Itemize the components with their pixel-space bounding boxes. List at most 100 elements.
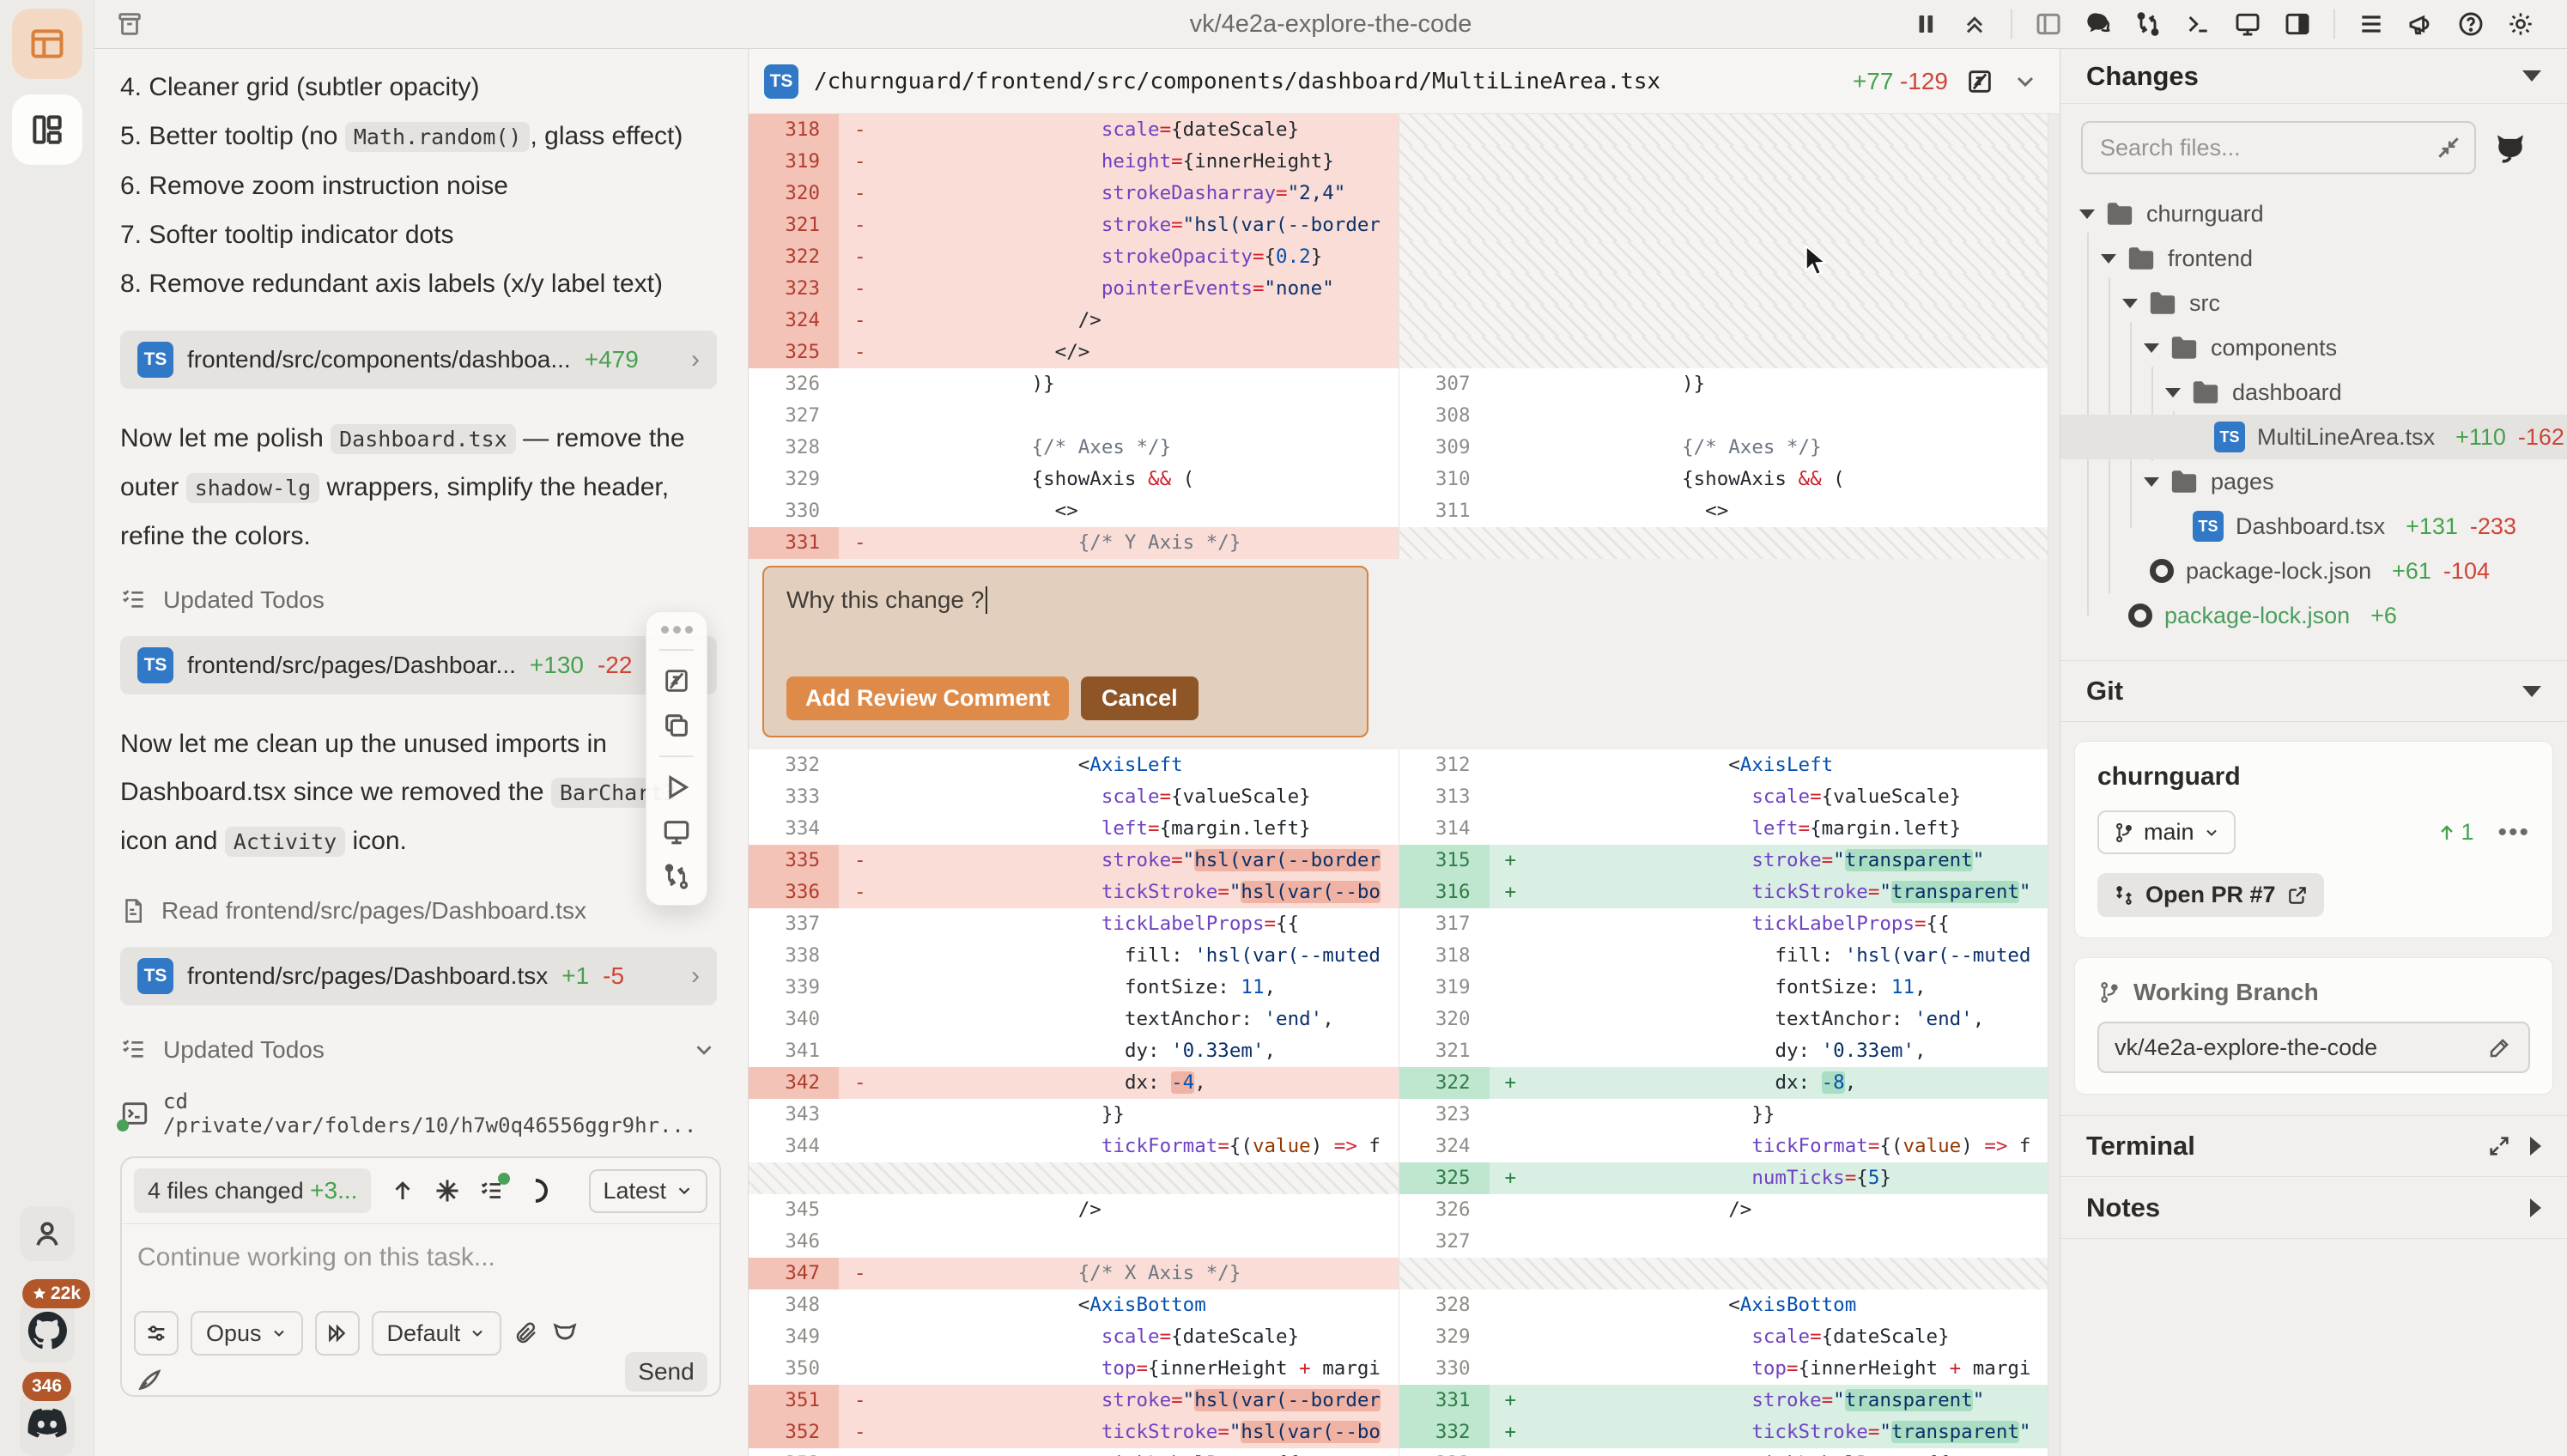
diff-line[interactable]: 333 tickLabelProps={{: [1399, 1448, 2060, 1456]
diff-line[interactable]: 333 scale={valueScale}: [749, 781, 1399, 813]
terminal-section-header[interactable]: Terminal: [2060, 1115, 2567, 1177]
file-diff-chip[interactable]: TS frontend/src/pages/Dashboar... +130 -…: [120, 636, 717, 695]
help-icon[interactable]: [2457, 10, 2485, 38]
quill-icon[interactable]: [136, 1364, 165, 1393]
panel-left-icon[interactable]: [2035, 10, 2062, 38]
diff-line[interactable]: 331- {/* Y Axis */}: [749, 527, 1399, 559]
diff-line[interactable]: 346: [749, 1226, 1399, 1258]
diff-line[interactable]: 343 }}: [749, 1099, 1399, 1131]
diff-line[interactable]: 330 <>: [749, 495, 1399, 527]
version-dropdown[interactable]: Latest: [589, 1169, 707, 1213]
message-input[interactable]: Continue working on this task...: [122, 1224, 719, 1272]
diff-mode-icon[interactable]: [1965, 67, 1994, 96]
expand-icon[interactable]: [2487, 1134, 2511, 1158]
diff-line[interactable]: [1399, 273, 2060, 305]
spark-icon[interactable]: [434, 1178, 460, 1204]
menu-icon[interactable]: [2358, 10, 2385, 38]
diff-body[interactable]: 318- scale={dateScale}319- height={inner…: [749, 114, 2060, 1456]
diff-line[interactable]: 335- stroke="hsl(var(--border: [749, 845, 1399, 877]
search-files-input[interactable]: [2081, 121, 2476, 174]
diff-line[interactable]: 353 tickLabelProps={{: [749, 1448, 1399, 1456]
open-pr-button[interactable]: Open PR #7: [2097, 873, 2324, 917]
git-section-header[interactable]: Git: [2060, 660, 2567, 722]
account-button[interactable]: [20, 1206, 75, 1261]
diff-line[interactable]: 321- stroke="hsl(var(--border: [749, 209, 1399, 241]
fast-forward-button[interactable]: [315, 1311, 360, 1356]
gear-icon[interactable]: [2507, 10, 2534, 38]
diff-line[interactable]: 339 fontSize: 11,: [749, 972, 1399, 1004]
monitor-icon[interactable]: [662, 817, 691, 846]
diff-line[interactable]: 338 fill: 'hsl(var(--muted: [749, 940, 1399, 972]
diff-line[interactable]: 317 tickLabelProps={{: [1399, 908, 2060, 940]
play-icon[interactable]: [662, 773, 691, 802]
diff-line[interactable]: 330 top={innerHeight + margi: [1399, 1353, 2060, 1385]
diff-line[interactable]: [1399, 146, 2060, 178]
git-compare-icon[interactable]: [2134, 10, 2162, 38]
megaphone-icon[interactable]: [2407, 10, 2435, 38]
diff-line[interactable]: 316+ tickStroke="transparent": [1399, 877, 2060, 908]
diff-line[interactable]: 312 <AxisLeft: [1399, 749, 2060, 781]
diff-line[interactable]: 351- stroke="hsl(var(--border: [749, 1385, 1399, 1417]
diff-line[interactable]: 352- tickStroke="hsl(var(--bo: [749, 1417, 1399, 1448]
edit-pencil-icon[interactable]: [2487, 1034, 2513, 1060]
diff-scrollbar[interactable]: [2048, 114, 2060, 1456]
diff-line[interactable]: 325+ numTicks={5}: [1399, 1162, 2060, 1194]
tree-item-frontend[interactable]: frontend: [2060, 236, 2567, 281]
diff-line[interactable]: 332 <AxisLeft: [749, 749, 1399, 781]
chevron-down-icon[interactable]: [691, 1037, 717, 1063]
diff-view-icon[interactable]: [662, 666, 691, 695]
diff-line[interactable]: 326 />: [1399, 1194, 2060, 1226]
terminal-icon[interactable]: [2184, 10, 2212, 38]
drag-handle[interactable]: [661, 626, 693, 634]
cat-agent-icon[interactable]: [551, 1320, 579, 1347]
diff-line[interactable]: 328 <AxisBottom: [1399, 1289, 2060, 1321]
diff-line[interactable]: 309 {/* Axes */}: [1399, 432, 2060, 464]
changes-section-header[interactable]: Changes: [2060, 49, 2567, 104]
git-compare-icon[interactable]: [662, 862, 691, 891]
diff-line[interactable]: 308: [1399, 400, 2060, 432]
diff-line[interactable]: 349 scale={dateScale}: [749, 1321, 1399, 1353]
terminal-command-row[interactable]: cd /private/var/folders/10/h7w0q46556ggr…: [120, 1089, 717, 1138]
files-changed-chip[interactable]: 4 files changed +3...: [134, 1168, 371, 1213]
rail-board-button[interactable]: [12, 94, 82, 165]
diff-line[interactable]: 329 scale={dateScale}: [1399, 1321, 2060, 1353]
more-menu-icon[interactable]: •••: [2497, 818, 2530, 847]
diff-line[interactable]: 340 textAnchor: 'end',: [749, 1004, 1399, 1035]
model-dropdown[interactable]: Opus: [191, 1311, 303, 1356]
cat-agent-icon[interactable]: [2491, 129, 2529, 167]
diff-line[interactable]: 320 textAnchor: 'end',: [1399, 1004, 2060, 1035]
diff-line[interactable]: 341 dy: '0.33em',: [749, 1035, 1399, 1067]
diff-line[interactable]: 342- dx: -4,: [749, 1067, 1399, 1099]
diff-line[interactable]: 327: [1399, 1226, 2060, 1258]
read-file-row[interactable]: Read frontend/src/pages/Dashboard.tsx: [120, 897, 717, 925]
updated-todos-row[interactable]: Updated Todos: [120, 586, 717, 614]
collapse-tree-icon[interactable]: [2435, 134, 2462, 161]
diff-line[interactable]: 314 left={margin.left}: [1399, 813, 2060, 845]
diff-line[interactable]: 313 scale={valueScale}: [1399, 781, 2060, 813]
copy-icon[interactable]: [662, 711, 691, 740]
diff-line[interactable]: 322+ dx: -8,: [1399, 1067, 2060, 1099]
diff-line[interactable]: 326 )}: [749, 368, 1399, 400]
diff-line[interactable]: [1399, 178, 2060, 209]
settings-sliders-button[interactable]: [134, 1311, 179, 1356]
tree-item-src[interactable]: src: [2060, 281, 2567, 325]
diff-line[interactable]: 332+ tickStroke="transparent": [1399, 1417, 2060, 1448]
diff-line[interactable]: [1399, 241, 2060, 273]
archive-box-icon[interactable]: [115, 9, 144, 39]
diff-line[interactable]: 315+ stroke="transparent": [1399, 845, 2060, 877]
diff-line[interactable]: 310 {showAxis && (: [1399, 464, 2060, 495]
diff-line[interactable]: 345 />: [749, 1194, 1399, 1226]
notes-section-header[interactable]: Notes: [2060, 1177, 2567, 1239]
panel-right-icon[interactable]: [2284, 10, 2311, 38]
diff-line[interactable]: 320- strokeDasharray="2,4": [749, 178, 1399, 209]
diff-line[interactable]: 324 tickFormat={(value) => f: [1399, 1131, 2060, 1162]
tree-item-package-lock-json[interactable]: package-lock.json+6: [2060, 593, 2567, 638]
working-branch-field[interactable]: vk/4e2a-explore-the-code: [2097, 1022, 2530, 1073]
diff-line[interactable]: 324- />: [749, 305, 1399, 337]
file-diff-chip[interactable]: TS frontend/src/pages/Dashboard.tsx +1 -…: [120, 947, 717, 1005]
diff-line[interactable]: 334 left={margin.left}: [749, 813, 1399, 845]
diff-line[interactable]: 336- tickStroke="hsl(var(--bo: [749, 877, 1399, 908]
diff-line[interactable]: 319 fontSize: 11,: [1399, 972, 2060, 1004]
tree-item-pages[interactable]: pages: [2060, 459, 2567, 504]
send-button[interactable]: Send: [625, 1352, 707, 1392]
